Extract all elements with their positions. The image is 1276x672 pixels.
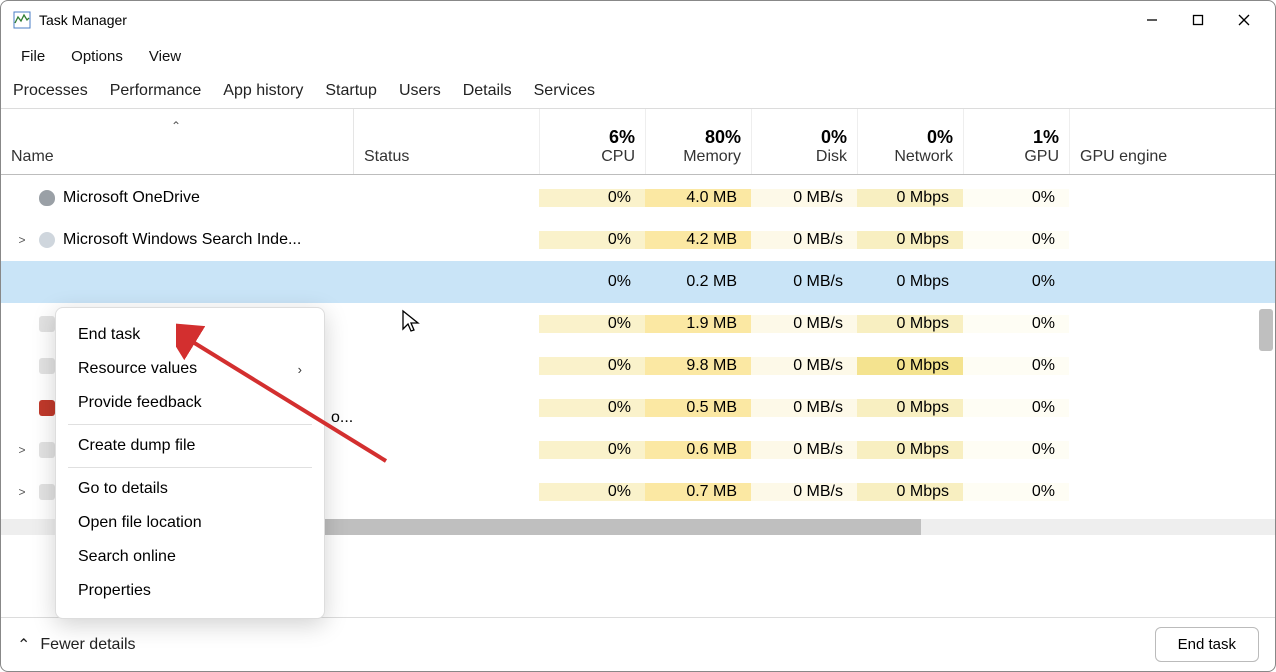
context-menu: End task Resource values› Provide feedba… [55, 307, 325, 619]
tab-startup[interactable]: Startup [315, 74, 387, 108]
col-disk[interactable]: 0%Disk [751, 109, 857, 174]
tab-details[interactable]: Details [453, 74, 522, 108]
col-name[interactable]: ⌃ Name [1, 109, 353, 174]
close-button[interactable] [1221, 4, 1267, 36]
expand-icon[interactable]: > [15, 443, 29, 457]
process-name: Microsoft Windows Search Inde... [63, 231, 301, 249]
col-cpu[interactable]: 6%CPU [539, 109, 645, 174]
tabbar: Processes Performance App history Startu… [1, 73, 1275, 109]
ctx-provide-feedback[interactable]: Provide feedback [56, 386, 324, 420]
end-task-button[interactable]: End task [1155, 627, 1259, 662]
process-row[interactable]: >Microsoft Windows Search Inde... 0% 4.2… [1, 219, 1275, 261]
process-row-selected[interactable]: 0% 0.2 MB 0 MB/s 0 Mbps 0% [1, 261, 1275, 303]
menu-file[interactable]: File [9, 42, 57, 71]
obscured-text: o... [331, 409, 353, 427]
ctx-search-online[interactable]: Search online [56, 540, 324, 574]
col-status[interactable]: Status [353, 109, 539, 174]
expand-icon[interactable]: > [15, 485, 29, 499]
tab-app-history[interactable]: App history [213, 74, 313, 108]
fewer-details-toggle[interactable]: ⌃ Fewer details [17, 635, 136, 655]
ctx-open-file-location[interactable]: Open file location [56, 506, 324, 540]
sort-caret-icon: ⌃ [171, 119, 181, 133]
ctx-properties[interactable]: Properties [56, 574, 324, 608]
process-icon [35, 190, 59, 206]
column-headers: ⌃ Name Status 6%CPU 80%Memory 0%Disk 0%N… [1, 109, 1275, 175]
window-title: Task Manager [39, 12, 127, 28]
minimize-button[interactable] [1129, 4, 1175, 36]
tab-processes[interactable]: Processes [3, 74, 98, 108]
menu-separator [68, 424, 312, 425]
footer: ⌃ Fewer details End task [1, 617, 1275, 671]
ctx-go-to-details[interactable]: Go to details [56, 472, 324, 506]
vertical-scrollbar-thumb[interactable] [1259, 309, 1273, 351]
ctx-end-task[interactable]: End task [56, 318, 324, 352]
process-name: Microsoft OneDrive [63, 189, 200, 207]
menu-view[interactable]: View [137, 42, 193, 71]
tab-users[interactable]: Users [389, 74, 451, 108]
maximize-button[interactable] [1175, 4, 1221, 36]
col-gpu-engine[interactable]: GPU engine [1069, 109, 1257, 174]
chevron-up-icon: ⌃ [17, 635, 30, 655]
app-icon [13, 11, 31, 29]
submenu-chevron-icon: › [298, 362, 302, 377]
process-row[interactable]: Microsoft OneDrive 0% 4.0 MB 0 MB/s 0 Mb… [1, 177, 1275, 219]
ctx-resource-values[interactable]: Resource values› [56, 352, 324, 386]
expand-icon[interactable]: > [15, 233, 29, 247]
col-network[interactable]: 0%Network [857, 109, 963, 174]
col-memory[interactable]: 80%Memory [645, 109, 751, 174]
tab-services[interactable]: Services [524, 74, 605, 108]
menubar: File Options View [1, 39, 1275, 73]
titlebar: Task Manager [1, 1, 1275, 39]
col-gpu[interactable]: 1%GPU [963, 109, 1069, 174]
tab-performance[interactable]: Performance [100, 74, 212, 108]
process-icon [35, 232, 59, 248]
ctx-create-dump[interactable]: Create dump file [56, 429, 324, 463]
menu-separator [68, 467, 312, 468]
menu-options[interactable]: Options [59, 42, 135, 71]
